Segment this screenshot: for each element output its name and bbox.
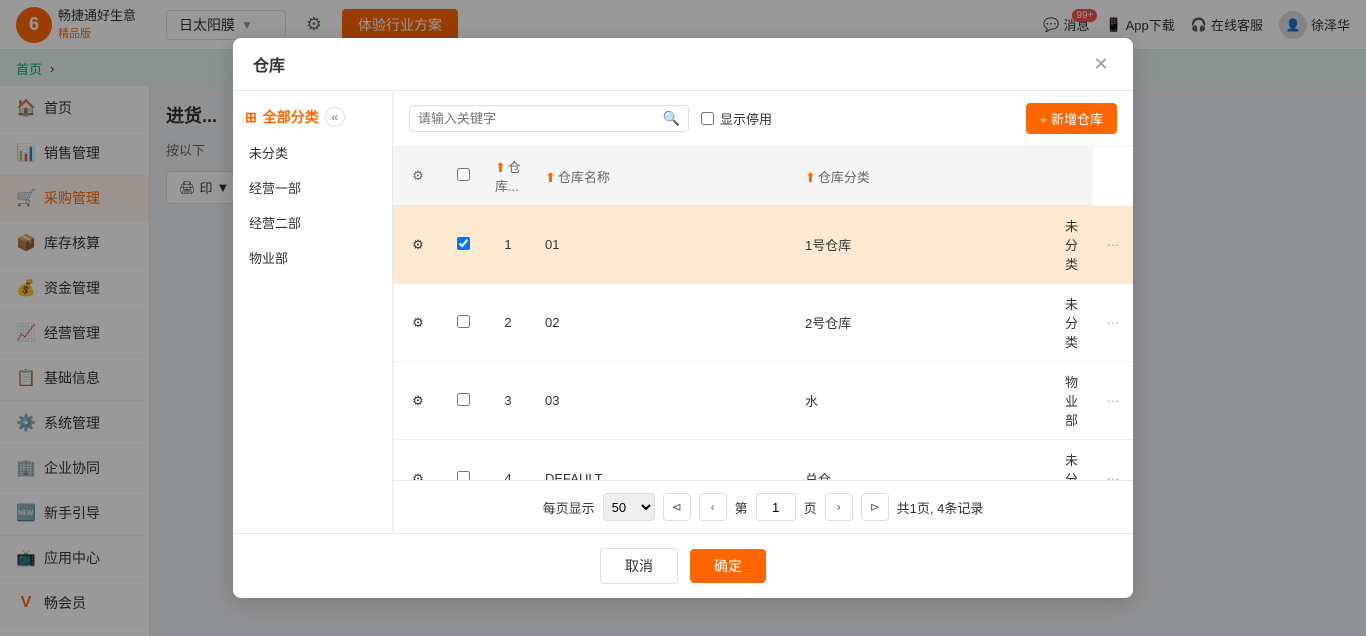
th-name: ⬆仓库名称 [533,147,793,206]
row-name: 总仓 [793,440,1053,481]
per-page-select[interactable]: 50 20 100 [603,493,655,521]
category-item-uncategorized[interactable]: 未分类 [233,135,392,170]
th-check [443,147,483,206]
row-category: 未分类 [1053,284,1093,362]
modal-close-button[interactable]: ✕ [1089,52,1113,76]
modal-header: 仓库 ✕ [233,38,1133,91]
sort-icon: ⬆ [495,160,506,175]
add-warehouse-button[interactable]: + 新增仓库 [1026,103,1117,134]
th-more [1053,147,1093,206]
row-category: 物业部 [1053,362,1093,440]
cancel-button[interactable]: 取消 [600,548,678,584]
table-row[interactable]: ⚙ 1 01 1号仓库 未分类 ··· [393,206,1133,284]
row-checkbox[interactable] [457,393,470,406]
per-page-label: 每页显示 [543,498,595,517]
page-suffix-label: 页 [804,498,817,517]
table-row[interactable]: ⚙ 2 02 2号仓库 未分类 ··· [393,284,1133,362]
row-check[interactable] [443,206,483,284]
modal-main-area: 🔍 显示停用 + 新增仓库 ⚙ ⬆仓库... ⬆仓库名称 [393,91,1133,533]
row-check[interactable] [443,284,483,362]
page-number-input[interactable] [756,493,796,521]
sort-icon-cat: ⬆ [805,170,816,185]
category-item-property[interactable]: 物业部 [233,240,392,275]
show-disabled-checkbox-label[interactable]: 显示停用 [701,109,772,128]
row-code: 02 [533,284,793,362]
modal-body: ⊞ 全部分类 « 未分类 经营一部 经营二部 物业部 🔍 显示停用 + [233,91,1133,533]
row-name: 1号仓库 [793,206,1053,284]
row-code: 01 [533,206,793,284]
th-category: ⬆仓库分类 [793,147,1053,206]
row-num: 4 [483,440,533,481]
select-all-checkbox[interactable] [457,168,470,181]
first-page-button[interactable]: ⊲ [663,493,691,521]
warehouse-modal: 仓库 ✕ ⊞ 全部分类 « 未分类 经营一部 经营二部 物业部 🔍 [233,38,1133,598]
show-disabled-checkbox[interactable] [701,112,714,125]
row-name: 2号仓库 [793,284,1053,362]
modal-title: 仓库 [253,52,285,76]
row-gear[interactable]: ⚙ [393,284,443,362]
prev-page-button[interactable]: ‹ [699,493,727,521]
grid-icon: ⊞ [245,109,257,126]
show-disabled-label: 显示停用 [720,109,772,128]
sort-icon-name: ⬆ [545,170,556,185]
modal-category-sidebar: ⊞ 全部分类 « 未分类 经营一部 经营二部 物业部 [233,91,393,533]
row-num: 2 [483,284,533,362]
table-row[interactable]: ⚙ 3 03 水 物业部 ··· [393,362,1133,440]
row-check[interactable] [443,362,483,440]
table-body: ⚙ 1 01 1号仓库 未分类 ··· ⚙ 2 02 2号仓库 未分类 ··· … [393,206,1133,481]
search-input-wrap: 🔍 [409,105,689,132]
row-code: DEFAULT [533,440,793,481]
row-checkbox[interactable] [457,315,470,328]
row-more[interactable]: ··· [1093,440,1133,481]
row-name: 水 [793,362,1053,440]
modal-toolbar: 🔍 显示停用 + 新增仓库 [393,91,1133,147]
row-category: 未分类 [1053,440,1093,481]
modal-table-area: ⚙ ⬆仓库... ⬆仓库名称 ⬆仓库分类 ⚙ 1 01 1号仓库 未分类 ·· [393,147,1133,480]
total-label: 共1页, 4条记录 [897,498,984,517]
category-item-ops1[interactable]: 经营一部 [233,170,392,205]
collapse-button[interactable]: « [325,107,345,127]
th-gear: ⚙ [393,147,443,206]
next-page-button[interactable]: › [825,493,853,521]
row-more[interactable]: ··· [1093,206,1133,284]
modal-sidebar-all-category[interactable]: ⊞ 全部分类 « [233,99,392,135]
search-input[interactable] [418,111,663,126]
row-check[interactable] [443,440,483,481]
confirm-button[interactable]: 确定 [690,549,766,583]
all-category-label: 全部分类 [263,107,319,127]
pagination: 每页显示 50 20 100 ⊲ ‹ 第 页 › ⊳ 共1页, 4条记录 [393,480,1133,533]
row-category: 未分类 [1053,206,1093,284]
row-num: 1 [483,206,533,284]
row-more[interactable]: ··· [1093,284,1133,362]
row-checkbox[interactable] [457,471,470,481]
table-header-row: ⚙ ⬆仓库... ⬆仓库名称 ⬆仓库分类 [393,147,1133,206]
row-num: 3 [483,362,533,440]
row-gear[interactable]: ⚙ [393,440,443,481]
last-page-button[interactable]: ⊳ [861,493,889,521]
warehouse-table: ⚙ ⬆仓库... ⬆仓库名称 ⬆仓库分类 ⚙ 1 01 1号仓库 未分类 ·· [393,147,1133,480]
row-more[interactable]: ··· [1093,362,1133,440]
page-prefix-label: 第 [735,498,748,517]
row-gear[interactable]: ⚙ [393,206,443,284]
category-item-ops2[interactable]: 经营二部 [233,205,392,240]
row-code: 03 [533,362,793,440]
row-checkbox[interactable] [457,237,470,250]
th-code: ⬆仓库... [483,147,533,206]
table-row[interactable]: ⚙ 4 DEFAULT 总仓 未分类 ··· [393,440,1133,481]
search-icon: 🔍 [663,110,680,127]
row-gear[interactable]: ⚙ [393,362,443,440]
modal-footer: 取消 确定 [233,533,1133,598]
